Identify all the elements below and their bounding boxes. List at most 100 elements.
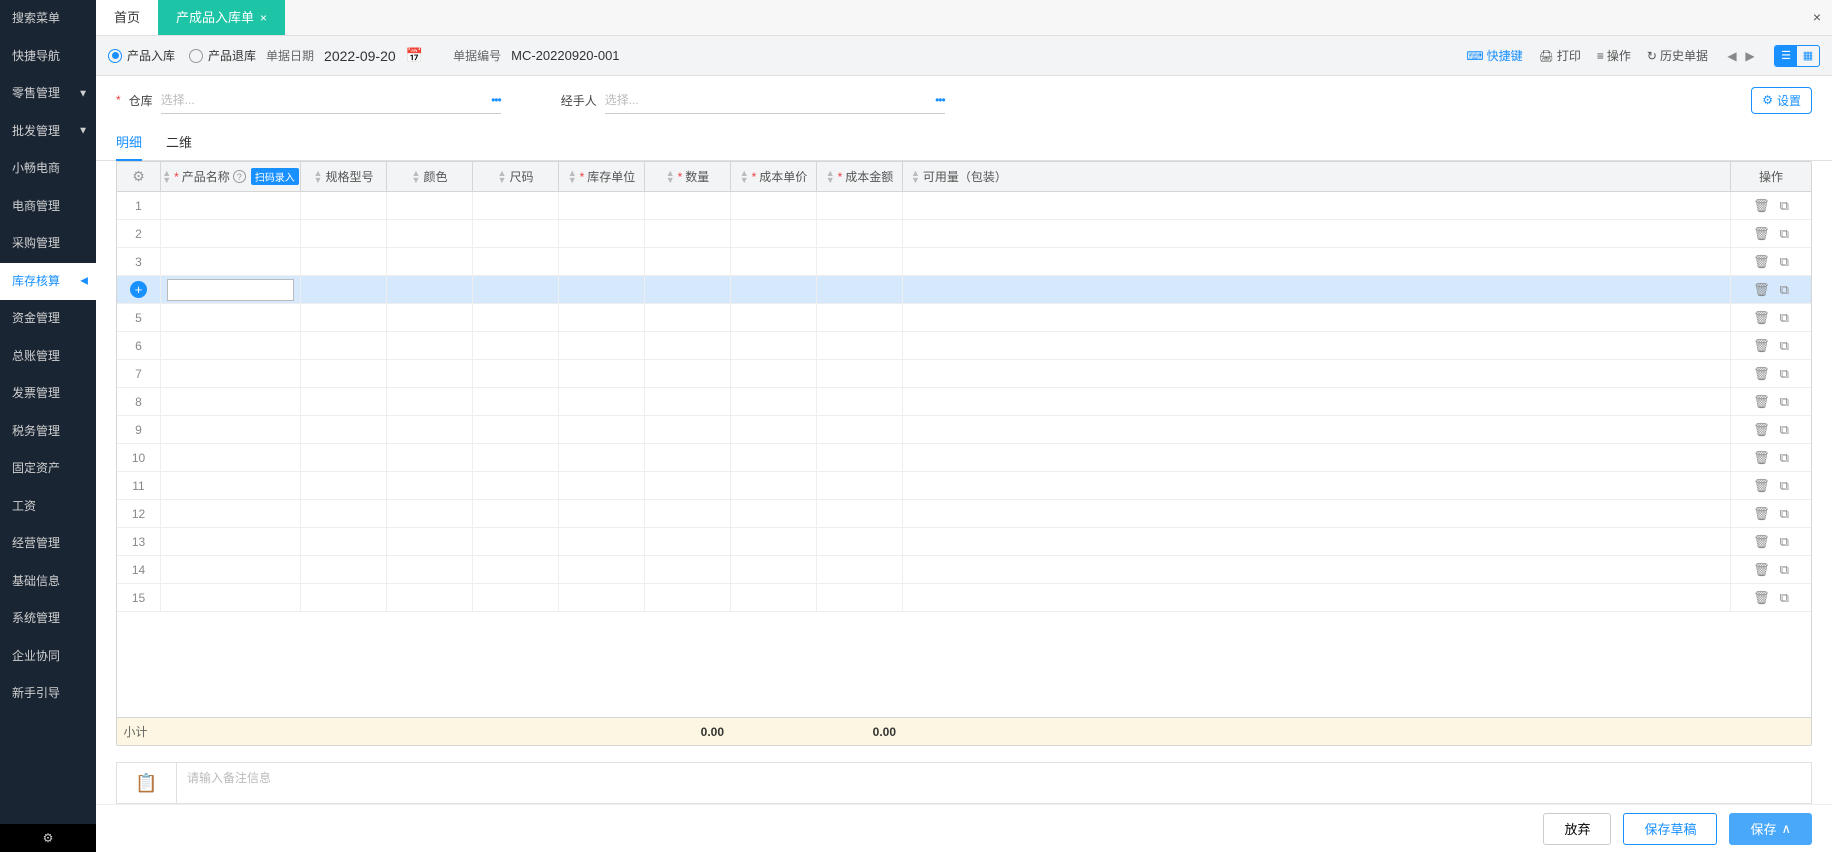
cell-unit[interactable] (559, 472, 645, 499)
cell-product[interactable] (161, 556, 301, 583)
cell-size[interactable] (473, 472, 559, 499)
cell-spec[interactable] (301, 500, 387, 527)
sidebar-item-3[interactable]: 批发管理▼ (0, 113, 96, 151)
delete-icon[interactable]: 🗑 (1753, 198, 1770, 214)
sidebar-item-15[interactable]: 基础信息 (0, 563, 96, 601)
cell-unit[interactable] (559, 388, 645, 415)
cell-size[interactable] (473, 556, 559, 583)
cell-avail[interactable] (903, 360, 1731, 387)
col-avail[interactable]: ▲▼可用量（包装） (903, 162, 1731, 191)
cell-unit[interactable] (559, 584, 645, 611)
col-qty[interactable]: ▲▼*数量 (645, 162, 731, 191)
cell-color[interactable] (387, 584, 473, 611)
cell-unit[interactable] (559, 500, 645, 527)
cell-spec[interactable] (301, 472, 387, 499)
cell-color[interactable] (387, 472, 473, 499)
cell-qty[interactable] (645, 444, 731, 471)
cell-unit[interactable] (559, 304, 645, 331)
cell-qty[interactable] (645, 556, 731, 583)
date-value[interactable]: 2022-09-20 (324, 48, 396, 64)
cell-spec[interactable] (301, 332, 387, 359)
cell-color[interactable] (387, 248, 473, 275)
table-row[interactable]: 14🗑⧉ (117, 556, 1811, 584)
copy-icon[interactable]: ⧉ (1780, 590, 1789, 606)
shortcut-link[interactable]: ⌨快捷键 (1466, 47, 1522, 64)
cell-color[interactable] (387, 444, 473, 471)
delete-icon[interactable]: 🗑 (1753, 338, 1770, 354)
table-row[interactable]: 7🗑⧉ (117, 360, 1811, 388)
cell-product[interactable] (161, 332, 301, 359)
remark-input[interactable]: 请输入备注信息 (177, 763, 1811, 803)
cell-price[interactable] (731, 388, 817, 415)
cell-spec[interactable] (301, 444, 387, 471)
cell-product[interactable] (161, 304, 301, 331)
cell-qty[interactable] (645, 332, 731, 359)
calendar-icon[interactable]: 📅 (406, 47, 423, 64)
sidebar-settings[interactable]: ⚙ (0, 824, 96, 852)
cell-color[interactable] (387, 276, 473, 303)
table-row[interactable]: 6🗑⧉ (117, 332, 1811, 360)
cell-price[interactable] (731, 304, 817, 331)
radio-product-in[interactable]: 产品入库 (108, 47, 175, 64)
cell-qty[interactable] (645, 500, 731, 527)
cell-color[interactable] (387, 220, 473, 247)
cell-size[interactable] (473, 248, 559, 275)
cell-avail[interactable] (903, 192, 1731, 219)
cell-product[interactable] (161, 388, 301, 415)
cell-color[interactable] (387, 332, 473, 359)
help-icon[interactable]: ? (233, 170, 246, 183)
cell-avail[interactable] (903, 556, 1731, 583)
cell-amt[interactable] (817, 276, 903, 303)
cell-size[interactable] (473, 500, 559, 527)
operate-link[interactable]: ≡操作 (1597, 47, 1631, 64)
cell-qty[interactable] (645, 276, 731, 303)
sidebar-item-6[interactable]: 采购管理 (0, 225, 96, 263)
close-icon[interactable]: × (260, 0, 267, 36)
table-row[interactable]: 2🗑⧉ (117, 220, 1811, 248)
cell-unit[interactable] (559, 276, 645, 303)
tab-home[interactable]: 首页 (96, 0, 158, 35)
cell-unit[interactable] (559, 444, 645, 471)
cell-color[interactable] (387, 556, 473, 583)
warehouse-select[interactable]: 选择... ••• (161, 86, 501, 114)
cell-price[interactable] (731, 276, 817, 303)
sidebar-item-0[interactable]: 搜索菜单 (0, 0, 96, 38)
cell-price[interactable] (731, 584, 817, 611)
cell-product[interactable] (161, 416, 301, 443)
cell-avail[interactable] (903, 388, 1731, 415)
sidebar-item-2[interactable]: 零售管理▼ (0, 75, 96, 113)
scan-badge[interactable]: 扫码录入 (251, 168, 299, 185)
cell-avail[interactable] (903, 584, 1731, 611)
cell-qty[interactable] (645, 304, 731, 331)
copy-icon[interactable]: ⧉ (1780, 366, 1789, 382)
cell-size[interactable] (473, 584, 559, 611)
table-row[interactable]: 1🗑⧉ (117, 192, 1811, 220)
copy-icon[interactable]: ⧉ (1780, 254, 1789, 270)
table-row[interactable]: 5🗑⧉ (117, 304, 1811, 332)
cell-price[interactable] (731, 528, 817, 555)
cell-amt[interactable] (817, 304, 903, 331)
delete-icon[interactable]: 🗑 (1753, 422, 1770, 438)
col-config[interactable]: ⚙ (117, 162, 161, 191)
cell-size[interactable] (473, 192, 559, 219)
sidebar-item-5[interactable]: 电商管理 (0, 188, 96, 226)
sidebar-item-18[interactable]: 新手引导 (0, 675, 96, 713)
cell-amt[interactable] (817, 248, 903, 275)
cell-color[interactable] (387, 416, 473, 443)
sidebar-item-7[interactable]: 库存核算◀ (0, 263, 96, 301)
cell-product[interactable] (161, 360, 301, 387)
cell-product[interactable] (161, 220, 301, 247)
cell-price[interactable] (731, 248, 817, 275)
nav-next-icon[interactable]: ▶ (1742, 49, 1758, 63)
cell-unit[interactable] (559, 332, 645, 359)
cell-spec[interactable] (301, 276, 387, 303)
cell-product[interactable] (161, 192, 301, 219)
cell-unit[interactable] (559, 360, 645, 387)
delete-icon[interactable]: 🗑 (1753, 282, 1770, 298)
cell-price[interactable] (731, 500, 817, 527)
save-draft-button[interactable]: 保存草稿 (1623, 813, 1717, 845)
cell-amt[interactable] (817, 472, 903, 499)
cell-product[interactable] (161, 472, 301, 499)
view-grid-icon[interactable]: ▦ (1797, 46, 1819, 66)
cell-unit[interactable] (559, 248, 645, 275)
